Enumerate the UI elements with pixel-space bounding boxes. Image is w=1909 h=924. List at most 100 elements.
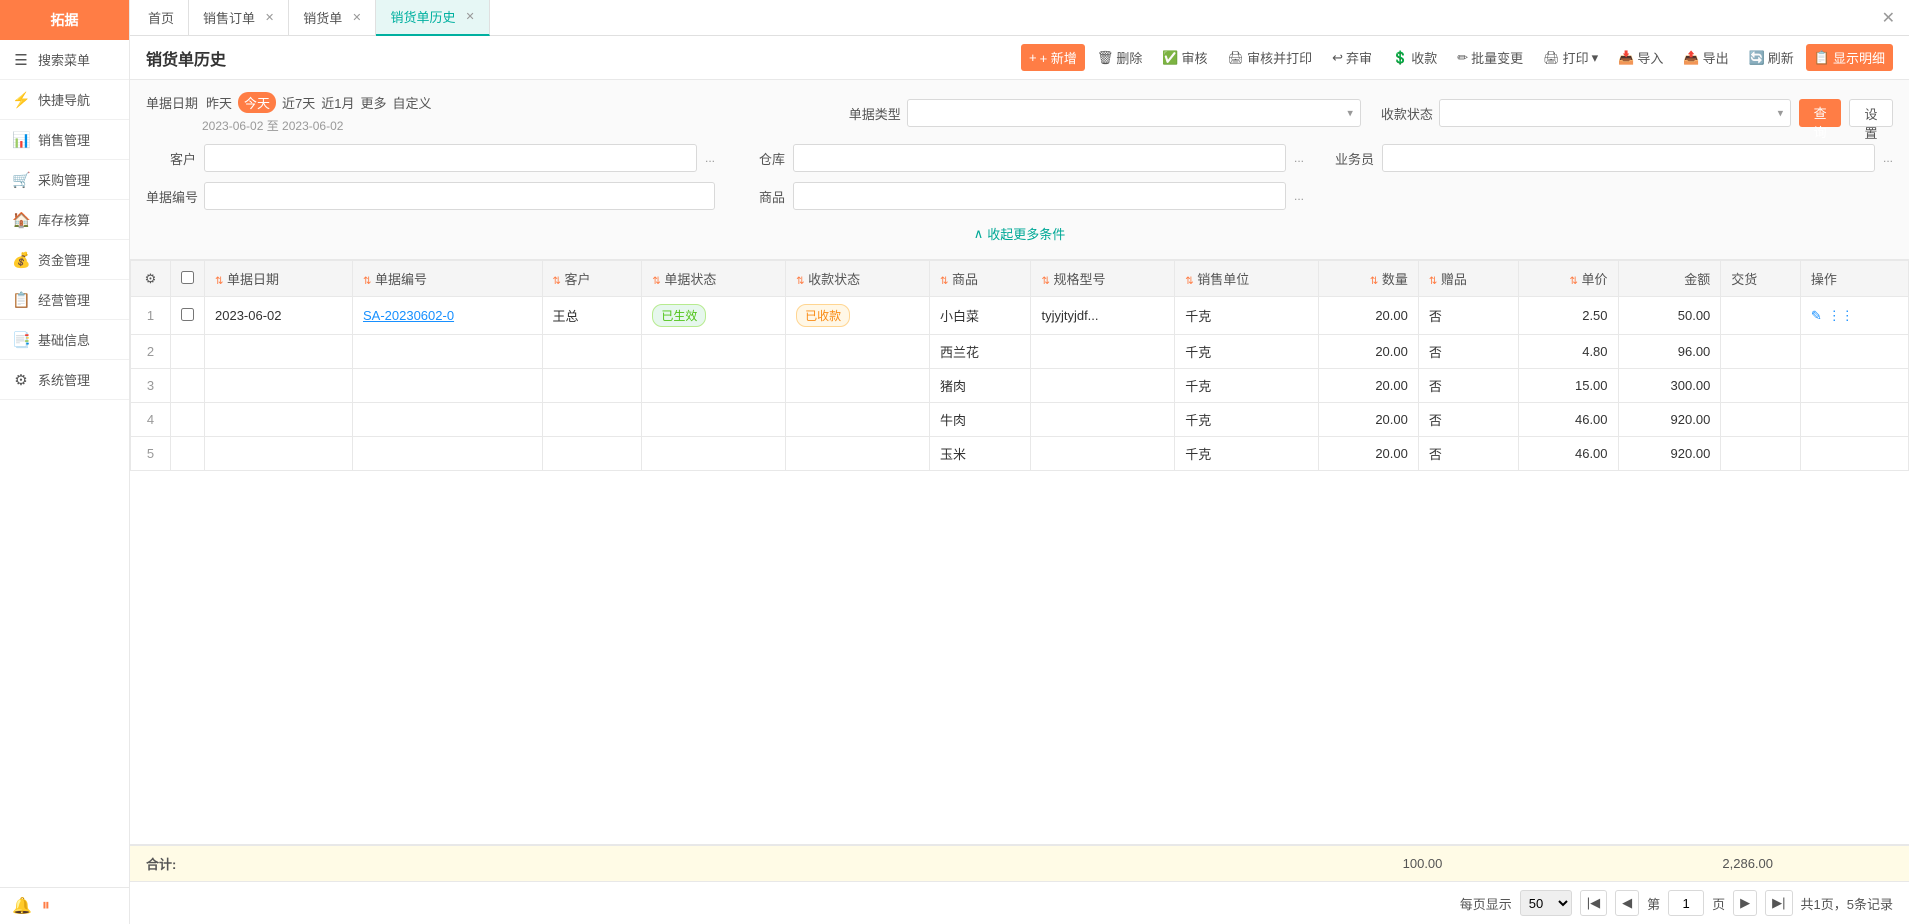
first-page-button[interactable]: |◀ xyxy=(1580,890,1607,916)
collapse-filter-btn[interactable]: ∧ 收起更多条件 xyxy=(146,220,1893,247)
settings-button[interactable]: 设置 xyxy=(1849,99,1893,127)
sales-mgmt-icon: 📊 xyxy=(12,131,30,149)
goods-input[interactable] xyxy=(793,182,1286,210)
tabs-close-all[interactable]: ✕ xyxy=(1872,8,1905,28)
cell-gift: 否 xyxy=(1418,437,1518,471)
cell-customer xyxy=(542,369,642,403)
sidebar-item-basic-info[interactable]: 📑 基础信息 xyxy=(0,320,129,360)
table-wrapper[interactable]: ⚙ ⇅ 单据日期 ⇅ 单据编号 xyxy=(130,260,1909,844)
customer-more-icon[interactable]: ... xyxy=(705,151,715,165)
col-gear[interactable]: ⚙ xyxy=(131,261,171,297)
next-page-button[interactable]: ▶ xyxy=(1733,890,1757,916)
pause-icon[interactable]: ⏸ xyxy=(42,897,50,915)
row-checkbox-cell[interactable] xyxy=(171,437,205,471)
cell-action[interactable] xyxy=(1800,369,1908,403)
more-action-icon[interactable]: ⋮⋮ xyxy=(1828,308,1854,323)
last-page-button[interactable]: ▶| xyxy=(1765,890,1792,916)
sidebar-item-finance-mgmt[interactable]: 💰 资金管理 xyxy=(0,240,129,280)
warehouse-more-icon[interactable]: ... xyxy=(1294,151,1304,165)
gear-icon[interactable]: ⚙ xyxy=(145,271,157,286)
page-number-input[interactable] xyxy=(1668,890,1704,916)
filter-row-1: 单据日期 昨天 今天 近7天 近1月 更多 自定义 2023-06-02 至 2… xyxy=(146,92,1893,134)
audit-button[interactable]: ✅ 审核 xyxy=(1154,44,1215,71)
prev-page-button[interactable]: ◀ xyxy=(1615,890,1639,916)
col-doc-status[interactable]: ⇅ 单据状态 xyxy=(642,261,786,297)
cell-action[interactable]: ✎ ⋮⋮ xyxy=(1800,297,1908,335)
inventory-icon: 🏠 xyxy=(12,211,30,229)
tab-sales-goods[interactable]: 销货单 ✕ xyxy=(289,0,376,36)
export-button[interactable]: 📤 导出 xyxy=(1675,44,1736,71)
row-checkbox-cell[interactable] xyxy=(171,369,205,403)
cell-amount: 920.00 xyxy=(1618,437,1721,471)
select-all-checkbox[interactable] xyxy=(181,271,194,284)
customer-input[interactable] xyxy=(204,144,697,172)
shortcut-1month[interactable]: 近1月 xyxy=(321,93,354,112)
goods-more-icon[interactable]: ... xyxy=(1294,189,1304,203)
row-checkbox-cell[interactable] xyxy=(171,403,205,437)
doc-num-input[interactable] xyxy=(204,182,715,210)
doc-type-select-wrap xyxy=(907,99,1361,127)
abandon-button[interactable]: ↩ 弃审 xyxy=(1324,44,1380,71)
doc-type-select[interactable] xyxy=(907,99,1361,127)
notification-icon[interactable]: 🔔 xyxy=(12,896,32,916)
col-goods[interactable]: ⇅ 商品 xyxy=(929,261,1031,297)
shortcut-yesterday[interactable]: 昨天 xyxy=(206,93,232,112)
batch-change-button[interactable]: ✏ 批量变更 xyxy=(1449,44,1531,71)
sidebar-item-label: 采购管理 xyxy=(38,170,90,189)
cell-action[interactable] xyxy=(1800,403,1908,437)
shortcut-7days[interactable]: 近7天 xyxy=(282,93,315,112)
sidebar-item-sales-mgmt[interactable]: 📊 销售管理 xyxy=(0,120,129,160)
col-qty[interactable]: ⇅ 数量 xyxy=(1319,261,1419,297)
col-price[interactable]: ⇅ 单价 xyxy=(1518,261,1618,297)
page-size-select[interactable]: 50 100 200 xyxy=(1520,890,1572,916)
staff-more-icon[interactable]: ... xyxy=(1883,151,1893,165)
cell-amount: 50.00 xyxy=(1618,297,1721,335)
tab-sales-goods-close[interactable]: ✕ xyxy=(352,11,361,24)
collect-status-select[interactable] xyxy=(1439,99,1791,127)
shortcut-custom[interactable]: 自定义 xyxy=(393,93,432,112)
warehouse-input[interactable] xyxy=(793,144,1286,172)
col-customer[interactable]: ⇅ 客户 xyxy=(542,261,642,297)
sidebar-item-sys-mgmt[interactable]: ⚙ 系统管理 xyxy=(0,360,129,400)
staff-input[interactable] xyxy=(1382,144,1875,172)
col-checkbox[interactable] xyxy=(171,261,205,297)
query-button[interactable]: 查询 xyxy=(1799,99,1841,127)
sidebar-item-ops-mgmt[interactable]: 📋 经营管理 xyxy=(0,280,129,320)
cell-customer xyxy=(542,335,642,369)
collapse-label: 收起更多条件 xyxy=(987,224,1065,243)
customer-filter-label: 客户 xyxy=(146,149,196,168)
refresh-button[interactable]: 🔄 刷新 xyxy=(1741,44,1802,71)
row-checkbox[interactable] xyxy=(181,308,194,321)
collect-button[interactable]: 💲 收款 xyxy=(1384,44,1445,71)
tab-sales-history[interactable]: 销货单历史 ✕ xyxy=(376,0,489,36)
col-doc-num[interactable]: ⇅ 单据编号 xyxy=(352,261,542,297)
row-checkbox-cell[interactable] xyxy=(171,297,205,335)
cell-action[interactable] xyxy=(1800,437,1908,471)
edit-action-icon[interactable]: ✎ xyxy=(1811,308,1822,323)
col-spec[interactable]: ⇅ 规格型号 xyxy=(1031,261,1175,297)
shortcut-today[interactable]: 今天 xyxy=(238,92,276,113)
col-collect-status-label: 收款状态 xyxy=(808,272,860,287)
col-unit[interactable]: ⇅ 销售单位 xyxy=(1175,261,1319,297)
delete-button[interactable]: 🗑 删除 xyxy=(1089,44,1151,71)
cell-action[interactable] xyxy=(1800,335,1908,369)
col-collect-status[interactable]: ⇅ 收款状态 xyxy=(786,261,930,297)
col-doc-date[interactable]: ⇅ 单据日期 xyxy=(205,261,353,297)
sidebar-item-inventory[interactable]: 🏠 库存核算 xyxy=(0,200,129,240)
tab-sales-order[interactable]: 销售订单 ✕ xyxy=(189,0,289,36)
tab-sales-history-close[interactable]: ✕ xyxy=(466,10,475,23)
audit-print-button[interactable]: 🖨 审核并打印 xyxy=(1220,44,1321,71)
new-button[interactable]: + + 新增 xyxy=(1021,44,1085,71)
sidebar-item-purchase-mgmt[interactable]: 🛒 采购管理 xyxy=(0,160,129,200)
tab-home[interactable]: 首页 xyxy=(134,0,189,36)
sidebar-item-quick-nav[interactable]: ⚡ 快捷导航 xyxy=(0,80,129,120)
display-detail-button[interactable]: 📋 显示明细 xyxy=(1806,44,1893,71)
cell-doc-num[interactable]: SA-20230602-0 xyxy=(352,297,542,335)
col-gift[interactable]: ⇅ 赠品 xyxy=(1418,261,1518,297)
sidebar-item-search-menu[interactable]: ☰ 搜索菜单 xyxy=(0,40,129,80)
tab-sales-order-close[interactable]: ✕ xyxy=(265,11,274,24)
print-button[interactable]: 🖨 打印 ▾ xyxy=(1535,44,1606,71)
import-button[interactable]: 📥 导入 xyxy=(1610,44,1671,71)
row-checkbox-cell[interactable] xyxy=(171,335,205,369)
shortcut-more[interactable]: 更多 xyxy=(361,93,387,112)
